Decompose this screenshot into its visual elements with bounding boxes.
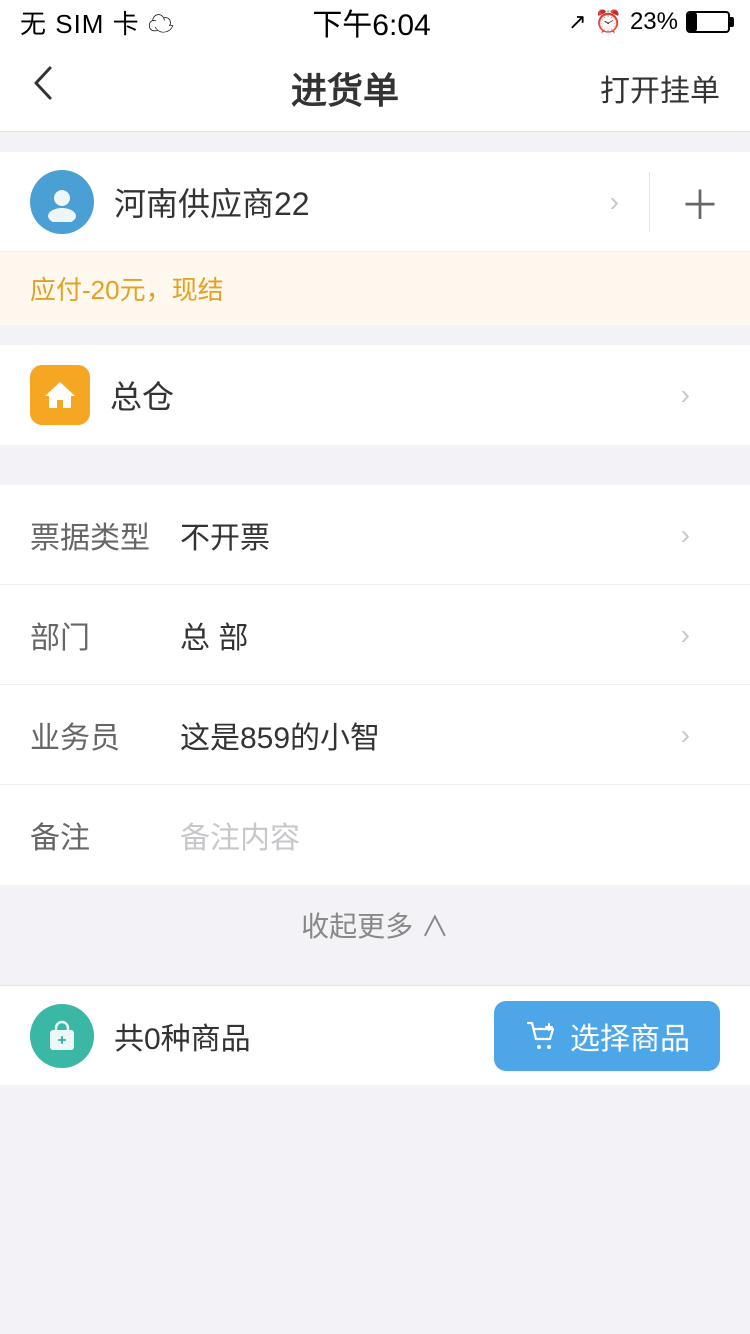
back-button[interactable] (30, 64, 90, 112)
status-signal: 无 SIM 卡 ☁ (20, 4, 175, 41)
form-section: 票据类型 不开票 › 部门 总 部 › 业务员 这是859的小智 › 备注 备注… (0, 485, 750, 885)
status-right-area: ↗ ⏰ 23% (568, 8, 730, 36)
department-row[interactable]: 部门 总 部 › (0, 585, 750, 685)
warehouse-chevron-icon: › (681, 379, 690, 411)
department-chevron-icon: › (681, 619, 690, 651)
invoice-type-label: 票据类型 (30, 513, 160, 557)
salesperson-row[interactable]: 业务员 这是859的小智 › (0, 685, 750, 785)
collapse-row[interactable]: 收起更多 ∧ (0, 885, 750, 965)
status-bar: 无 SIM 卡 ☁ 下午6:04 ↗ ⏰ 23% (0, 0, 750, 44)
select-product-button[interactable]: 选择商品 (494, 1001, 720, 1071)
collapse-label: 收起更多 ∧ (301, 905, 449, 945)
supplier-divider (649, 172, 650, 232)
invoice-type-value: 不开票 (160, 513, 681, 557)
salesperson-label: 业务员 (30, 713, 160, 757)
salesperson-value: 这是859的小智 (160, 713, 681, 757)
warehouse-name: 总仓 (110, 372, 681, 418)
department-label: 部门 (30, 613, 160, 657)
supplier-chevron-icon: › (610, 186, 619, 218)
warehouse-row[interactable]: 总仓 › (0, 345, 750, 445)
supplier-notice: 应付-20元，现结 (0, 252, 750, 325)
department-value: 总 部 (160, 613, 681, 657)
supplier-name: 河南供应商22 (114, 179, 610, 225)
battery-icon (686, 11, 730, 33)
select-product-label: 选择商品 (570, 1014, 690, 1058)
status-time: 下午6:04 (312, 0, 430, 44)
supplier-avatar (30, 170, 94, 234)
open-pending-button[interactable]: 打开挂单 (600, 66, 720, 110)
warehouse-icon (30, 365, 90, 425)
alarm-icon: ⏰ (595, 9, 622, 35)
supplier-section: 河南供应商22 › ＋ 应付-20元，现结 (0, 152, 750, 325)
salesperson-chevron-icon: › (681, 719, 690, 751)
invoice-type-chevron-icon: › (681, 519, 690, 551)
product-count-label: 共0种商品 (114, 1014, 494, 1058)
page-title: 进货单 (291, 62, 399, 114)
product-icon (30, 1004, 94, 1068)
invoice-type-row[interactable]: 票据类型 不开票 › (0, 485, 750, 585)
remark-row[interactable]: 备注 备注内容 (0, 785, 750, 885)
battery-percent: 23% (630, 8, 678, 36)
supplier-row[interactable]: 河南供应商22 › ＋ (0, 152, 750, 252)
remark-label: 备注 (30, 813, 160, 857)
nav-bar: 进货单 打开挂单 (0, 44, 750, 132)
bottom-bar: 共0种商品 选择商品 (0, 985, 750, 1085)
location-icon: ↗ (568, 9, 586, 35)
add-supplier-button[interactable]: ＋ (680, 173, 720, 231)
remark-input[interactable]: 备注内容 (160, 813, 720, 857)
